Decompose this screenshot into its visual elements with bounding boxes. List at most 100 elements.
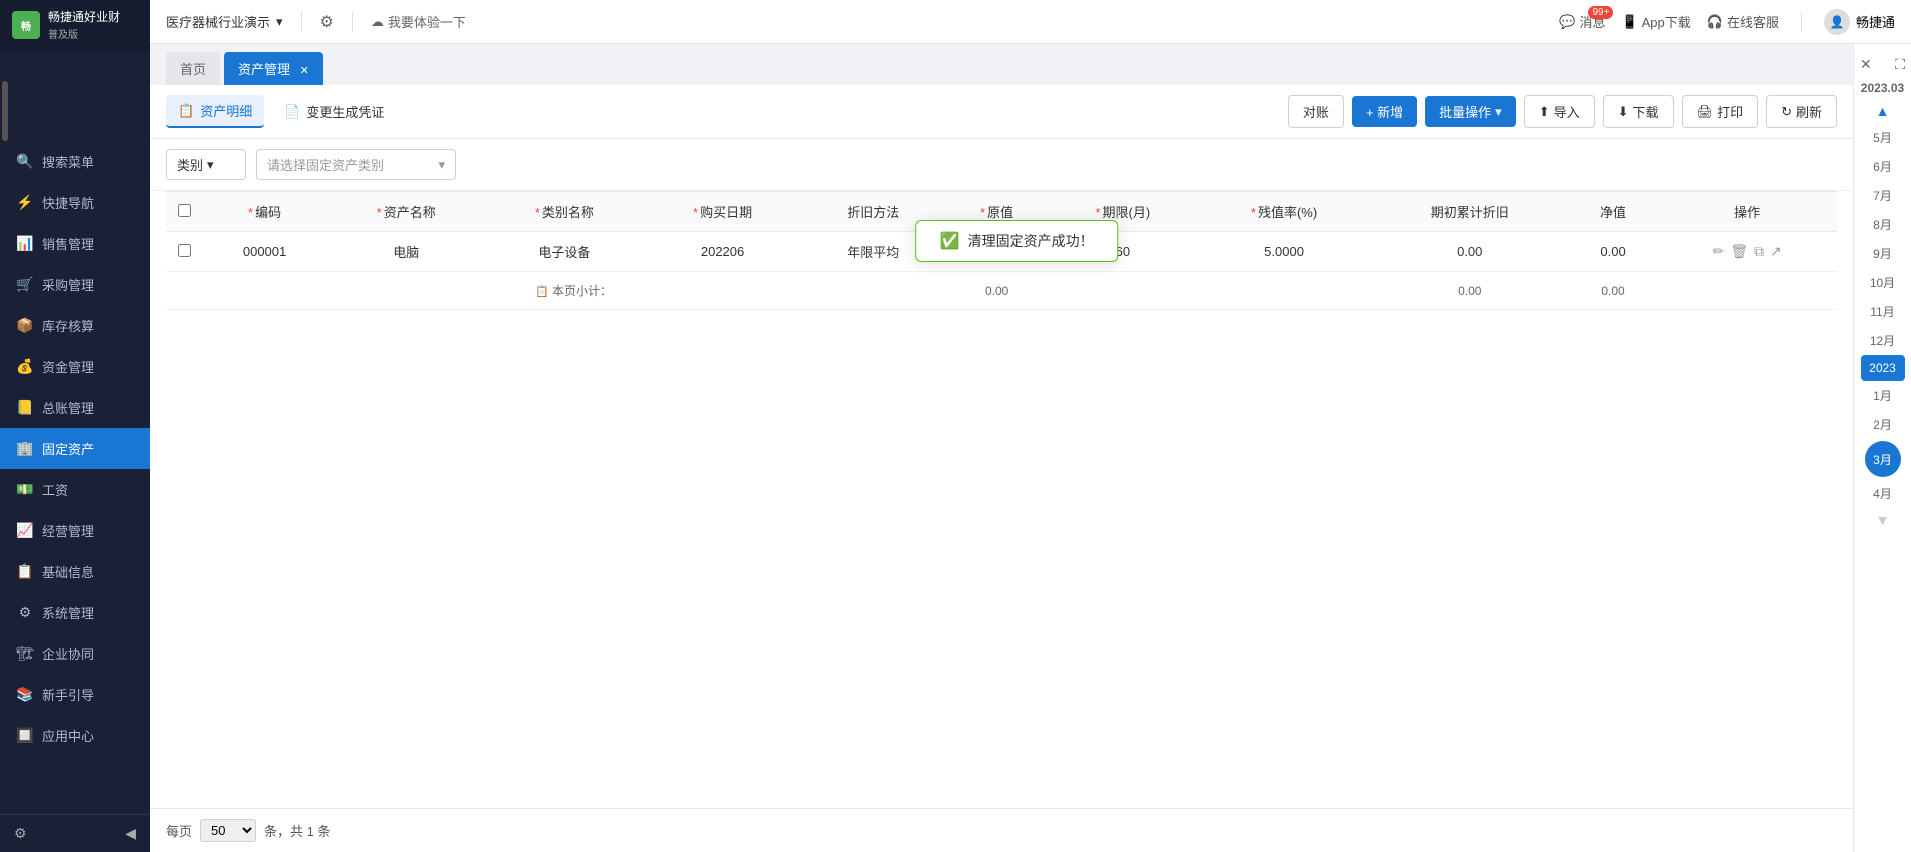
panel-close-button[interactable]: ✕ [1860, 56, 1872, 73]
month-item-7[interactable]: 7月 [1861, 181, 1905, 210]
company-selector[interactable]: 医疗器械行业演示 ▾ [166, 12, 283, 31]
tab-home[interactable]: 首页 [166, 52, 220, 85]
month-item-9[interactable]: 9月 [1861, 239, 1905, 268]
online-service-action[interactable]: 🎧 在线客服 [1707, 12, 1779, 31]
sidebar-item-enterprise[interactable]: 🏗 企业协同 [0, 633, 150, 674]
print-button[interactable]: 🖨 打印 [1682, 95, 1759, 128]
tab-close-icon[interactable]: ✕ [300, 65, 309, 77]
sidebar-label-quick_nav: 快捷导航 [42, 193, 94, 212]
row-checkbox[interactable] [178, 244, 191, 257]
month-item-8[interactable]: 8月 [1861, 210, 1905, 239]
month-item-1[interactable]: 1月 [1861, 381, 1905, 410]
sidebar-item-app_center[interactable]: 🔲 应用中心 [0, 715, 150, 756]
sidebar-label-fixed_assets: 固定资产 [42, 439, 94, 458]
panel-nav-down[interactable]: ▼ [1872, 508, 1894, 532]
sidebar-label-fund: 资金管理 [42, 357, 94, 376]
month-item-3-active[interactable]: 3月 [1865, 441, 1901, 477]
month-item-6[interactable]: 6月 [1861, 152, 1905, 181]
month-item-2[interactable]: 2月 [1861, 410, 1905, 439]
month-item-12[interactable]: 12月 [1861, 326, 1905, 355]
sidebar-icon-payroll: 💵 [16, 481, 34, 498]
select-all-checkbox[interactable] [178, 204, 191, 217]
sidebar-item-fund[interactable]: 💰 资金管理 [0, 346, 150, 387]
app-download-label: App下载 [1642, 12, 1691, 31]
sidebar-settings-icon[interactable]: ⚙ [14, 825, 27, 842]
panel-expand-button[interactable]: ⛶ [1895, 56, 1905, 73]
sidebar-item-ledger[interactable]: 📒 总账管理 [0, 387, 150, 428]
print-label: 打印 [1717, 102, 1743, 121]
batch-label: 批量操作 [1439, 102, 1491, 121]
month-item-10[interactable]: 10月 [1861, 268, 1905, 297]
copy-icon[interactable]: ⧉ [1754, 243, 1764, 260]
category-input[interactable]: 请选择固定资产类别 ▾ [256, 149, 456, 180]
reconcile-button[interactable]: 对账 [1288, 95, 1344, 128]
sidebar-item-fixed_assets[interactable]: 🏢 固定资产 [0, 428, 150, 469]
online-service-icon: 🎧 [1707, 14, 1723, 30]
edit-icon[interactable]: ✏ [1713, 243, 1725, 260]
app-download-action[interactable]: 📱 App下载 [1621, 12, 1690, 31]
topbar-divider-1 [301, 12, 302, 32]
sidebar-item-quick_nav[interactable]: ⚡ 快捷导航 [0, 182, 150, 223]
app-name: 畅捷通好业财 [48, 10, 120, 26]
row-purchase-date: 202206 [643, 232, 801, 272]
month-item-11[interactable]: 11月 [1861, 297, 1905, 326]
page-size-select[interactable]: 50 10 20 100 [200, 819, 256, 842]
content-toolbar: 📋 资产明细 📄 变更生成凭证 对账 + 新增 批量操作 ▾ [150, 85, 1853, 139]
subtotal-accumulated: 0.00 [1371, 272, 1569, 310]
sidebar-collapse-icon[interactable]: ◀ [125, 825, 136, 842]
sidebar-item-payroll[interactable]: 💵 工资 [0, 469, 150, 510]
sidebar-item-purchase[interactable]: 🛒 采购管理 [0, 264, 150, 305]
messages-action[interactable]: 💬 消息 99+ [1559, 12, 1605, 31]
current-year-label[interactable]: 2023 [1861, 355, 1905, 381]
month-item-4[interactable]: 4月 [1861, 479, 1905, 508]
refresh-button[interactable]: ↻ 刷新 [1766, 95, 1837, 128]
subtab-change-voucher[interactable]: 📄 变更生成凭证 [272, 96, 396, 127]
new-button[interactable]: + 新增 [1352, 96, 1417, 127]
sidebar-item-operations[interactable]: 📈 经营管理 [0, 510, 150, 551]
subtab-asset-detail[interactable]: 📋 资产明细 [166, 95, 264, 128]
sidebar-footer: ⚙ ◀ [0, 814, 150, 852]
sidebar-item-guide[interactable]: 📚 新手引导 [0, 674, 150, 715]
sidebar-label-guide: 新手引导 [42, 685, 94, 704]
category-input-arrow: ▾ [438, 157, 445, 173]
category-select[interactable]: 类别 ▾ [166, 149, 246, 180]
sidebar-scroll-indicator [0, 51, 10, 141]
sidebar-item-search[interactable]: 🔍 搜索菜单 [0, 141, 150, 182]
pagination-bar: 每页 50 10 20 100 条，共 1 条 [150, 808, 1853, 852]
more-icon[interactable]: ↗ [1770, 243, 1782, 260]
row-checkbox-cell[interactable] [166, 232, 202, 272]
sidebar: 畅 畅捷通好业财 普及版 🔍 搜索菜单 ⚡ 快捷导航 📊 销售管理 🛒 采购管理… [0, 0, 150, 852]
row-net-value: 0.00 [1569, 232, 1658, 272]
delete-icon[interactable]: 🗑 [1730, 243, 1748, 260]
sidebar-icon-operations: 📈 [16, 522, 34, 539]
topbar-settings-icon[interactable]: ⚙ [320, 12, 334, 32]
sidebar-icon-fixed_assets: 🏢 [16, 440, 34, 457]
category-placeholder: 请选择固定资产类别 [267, 155, 384, 174]
batch-button[interactable]: 批量操作 ▾ [1425, 96, 1516, 127]
th-purchase-date: *购买日期 [643, 192, 801, 232]
sidebar-nav: 🔍 搜索菜单 ⚡ 快捷导航 📊 销售管理 🛒 采购管理 📦 库存核算 💰 资金管… [0, 141, 150, 814]
panel-nav-up[interactable]: ▲ [1872, 99, 1894, 123]
sidebar-item-basic_info[interactable]: 📋 基础信息 [0, 551, 150, 592]
user-name: 畅捷通 [1856, 12, 1895, 31]
refresh-icon: ↻ [1781, 104, 1792, 120]
topbar-divider-2 [352, 12, 353, 32]
refresh-label: 刷新 [1796, 102, 1822, 121]
sidebar-item-sales[interactable]: 📊 销售管理 [0, 223, 150, 264]
month-item-5[interactable]: 5月 [1861, 123, 1905, 152]
subtotal-label: 本页小计： [552, 284, 612, 298]
user-profile[interactable]: 👤 畅捷通 [1824, 9, 1895, 35]
experience-link[interactable]: ☁ 我要体验一下 [371, 12, 466, 31]
subtab-asset-detail-label: 资产明细 [200, 101, 252, 120]
import-button[interactable]: ⬆ 导入 [1524, 95, 1595, 128]
sidebar-item-inventory[interactable]: 📦 库存核算 [0, 305, 150, 346]
tab-asset-management[interactable]: 资产管理 ✕ [224, 52, 323, 85]
sidebar-label-basic_info: 基础信息 [42, 562, 94, 581]
category-select-arrow: ▾ [207, 157, 214, 173]
sidebar-item-system[interactable]: ⚙ 系统管理 [0, 592, 150, 633]
table-container: *编码 *资产名称 *类别名称 *购买日期 折旧方法 *原值 *期限(月) *残… [150, 191, 1853, 808]
sidebar-icon-basic_info: 📋 [16, 563, 34, 580]
messages-badge: 99+ [1588, 6, 1613, 19]
th-residual-rate: *残值率(%) [1197, 192, 1370, 232]
download-button[interactable]: ⬇ 下载 [1603, 95, 1674, 128]
